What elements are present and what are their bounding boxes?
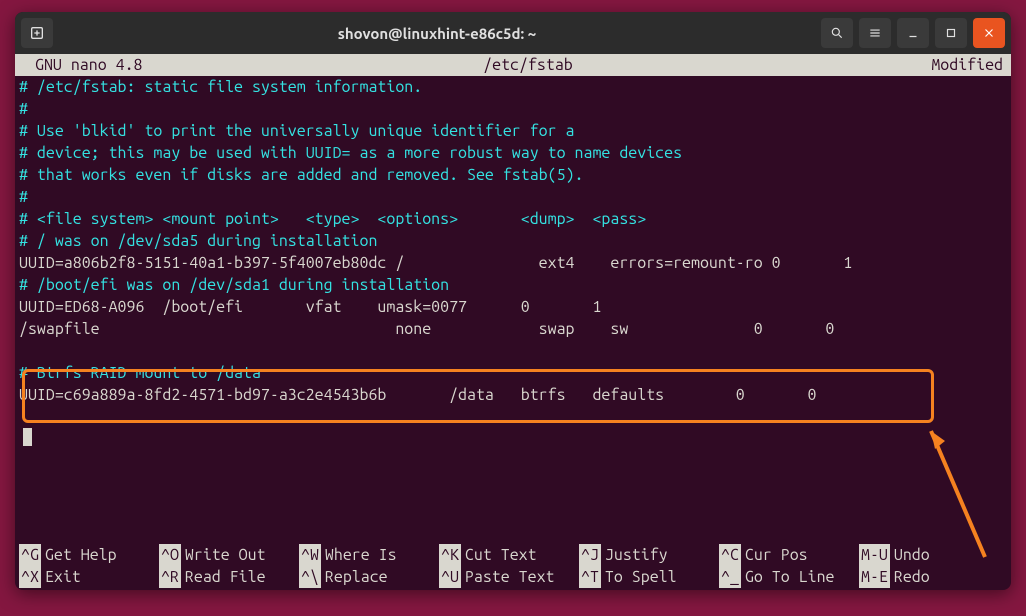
shortcut-replace[interactable]: ^\Replace [299, 566, 439, 588]
maximize-button[interactable] [935, 18, 967, 48]
file-line: UUID=c69a889a-8fd2-4571-bd97-a3c2e4543b6… [15, 384, 1011, 406]
file-line: # that works even if disks are added and… [15, 164, 1011, 186]
shortcut-undo[interactable]: M-UUndo [859, 544, 999, 566]
blank-line [15, 406, 1011, 428]
file-line: # / was on /dev/sda5 during installation [15, 230, 1011, 252]
new-tab-icon [29, 25, 45, 41]
nano-shortcut-bar: ^GGet Help ^OWrite Out ^WWhere Is ^KCut … [15, 544, 1011, 590]
file-line: UUID=ED68-A096 /boot/efi vfat umask=0077… [15, 296, 1011, 318]
file-line: /swapfile none swap sw 0 0 [15, 318, 1011, 340]
titlebar: shovon@linuxhint-e86c5d: ~ [15, 12, 1011, 54]
shortcut-whereis[interactable]: ^WWhere Is [299, 544, 439, 566]
new-tab-button[interactable] [21, 18, 53, 48]
file-line: # [15, 186, 1011, 208]
file-line: # /etc/fstab: static file system informa… [15, 76, 1011, 98]
maximize-icon [944, 26, 958, 40]
menu-button[interactable] [859, 18, 891, 48]
terminal-content[interactable]: GNU nano 4.8 /etc/fstab Modified # /etc/… [15, 54, 1011, 450]
shortcut-curpos[interactable]: ^CCur Pos [719, 544, 859, 566]
terminal-window: shovon@linuxhint-e86c5d: ~ GNU nano 4.8 … [15, 12, 1011, 590]
file-line: # Use 'blkid' to print the universally u… [15, 120, 1011, 142]
close-icon [982, 26, 996, 40]
modified-indicator: Modified [931, 54, 1011, 76]
window-title: shovon@linuxhint-e86c5d: ~ [53, 25, 821, 42]
shortcut-justify[interactable]: ^JJustify [579, 544, 719, 566]
blank-line [15, 340, 1011, 362]
editor-name: GNU nano 4.8 [15, 54, 483, 76]
search-icon [830, 26, 844, 40]
file-line: # /boot/efi was on /dev/sda1 during inst… [15, 274, 1011, 296]
minimize-icon [906, 26, 920, 40]
shortcut-exit[interactable]: ^XExit [19, 566, 159, 588]
shortcut-gotoline[interactable]: ^_Go To Line [719, 566, 859, 588]
nano-status-bar: GNU nano 4.8 /etc/fstab Modified [15, 54, 1011, 76]
shortcut-readfile[interactable]: ^RRead File [159, 566, 299, 588]
shortcut-cut[interactable]: ^KCut Text [439, 544, 579, 566]
close-button[interactable] [973, 18, 1005, 48]
cursor-line [15, 428, 1011, 450]
text-cursor [23, 428, 32, 446]
filename: /etc/fstab [483, 54, 931, 76]
shortcut-writeout[interactable]: ^OWrite Out [159, 544, 299, 566]
file-line: # Btrfs RAID mount to /data [15, 362, 1011, 384]
file-line: # [15, 98, 1011, 120]
hamburger-icon [868, 26, 882, 40]
search-button[interactable] [821, 18, 853, 48]
file-line: # device; this may be used with UUID= as… [15, 142, 1011, 164]
shortcut-paste[interactable]: ^UPaste Text [439, 566, 579, 588]
shortcut-help[interactable]: ^GGet Help [19, 544, 159, 566]
file-line: # <file system> <mount point> <type> <op… [15, 208, 1011, 230]
shortcut-redo[interactable]: M-ERedo [859, 566, 999, 588]
file-line: UUID=a806b2f8-5151-40a1-b397-5f4007eb80d… [15, 252, 1011, 274]
minimize-button[interactable] [897, 18, 929, 48]
shortcut-tospell[interactable]: ^TTo Spell [579, 566, 719, 588]
